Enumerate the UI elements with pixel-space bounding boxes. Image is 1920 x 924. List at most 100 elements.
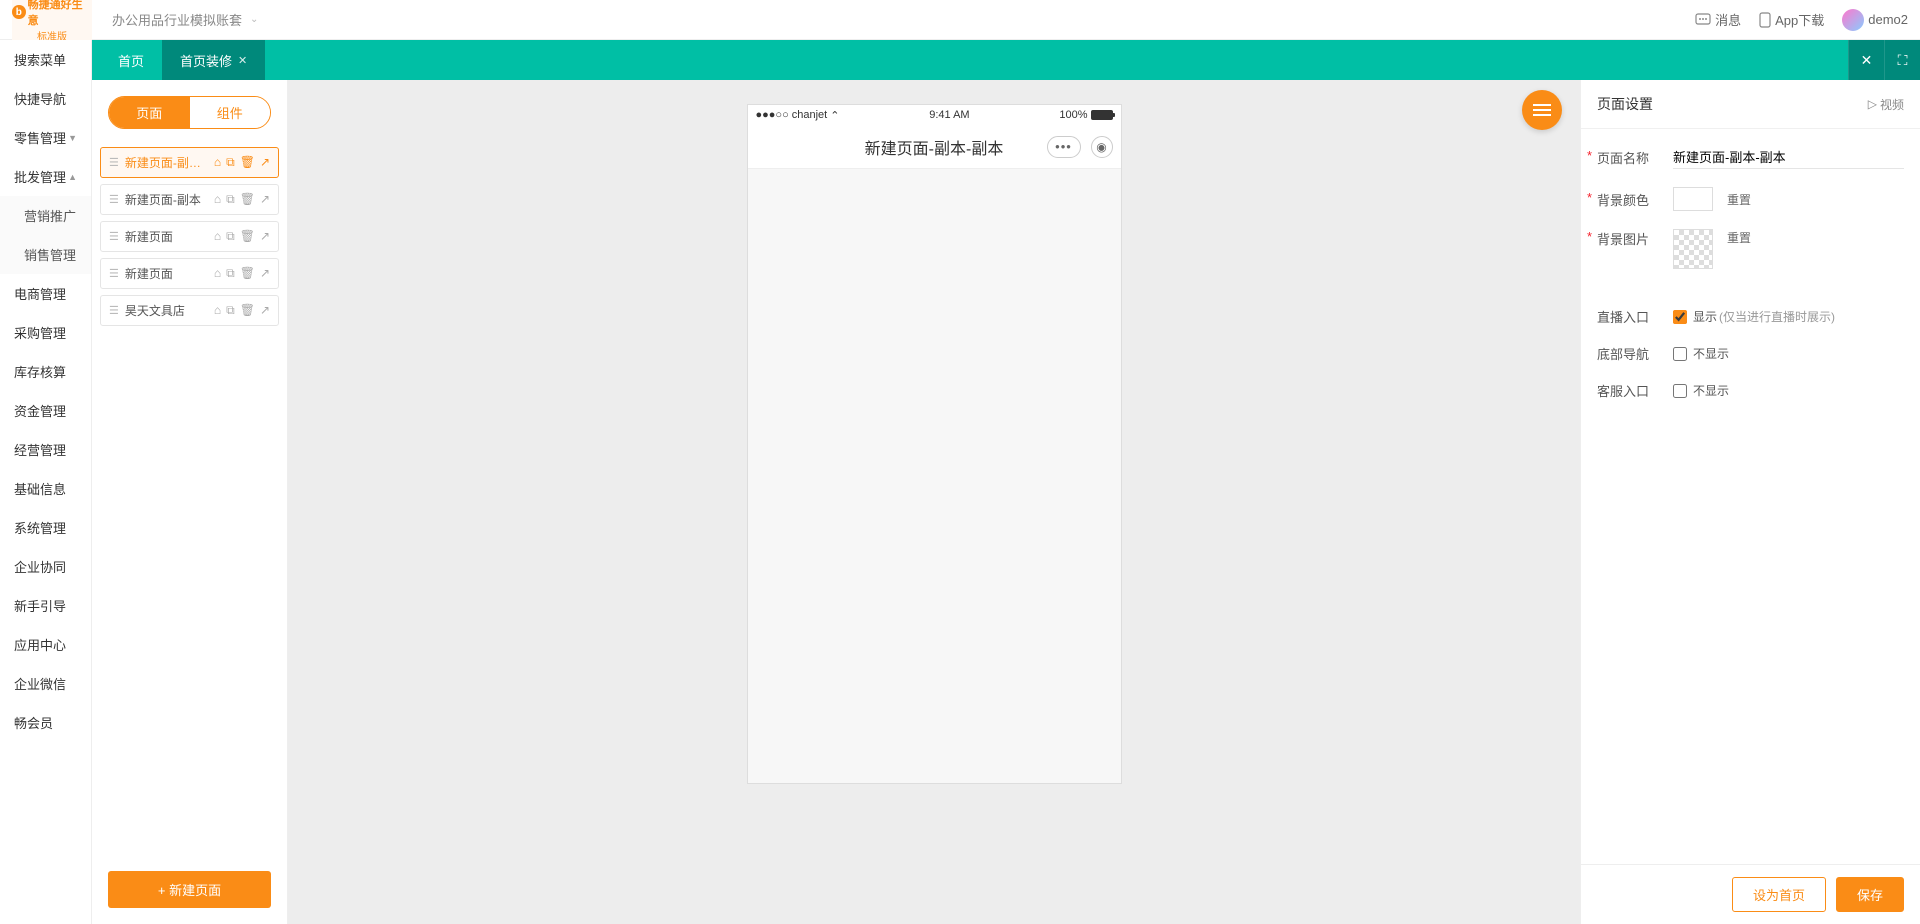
app-download-button[interactable]: App下载 [1759,10,1824,29]
share-icon[interactable]: ↗ [260,303,270,318]
bg-color-swatch[interactable] [1673,187,1713,211]
home-icon[interactable]: ⌂ [214,229,221,244]
sidebar-item-member[interactable]: 畅会员 [0,703,91,742]
account-name: 办公用品行业模拟账套 [112,10,242,29]
copy-icon[interactable]: ⧉ [226,266,235,281]
sidebar-item-purchase[interactable]: 采购管理 [0,313,91,352]
video-help-button[interactable]: ▷ 视频 [1868,96,1904,113]
save-button[interactable]: 保存 [1836,877,1904,912]
sidebar-item-inventory[interactable]: 库存核算 [0,352,91,391]
share-icon[interactable]: ↗ [260,229,270,244]
bg-color-label: 背景颜色 [1597,190,1673,209]
home-icon[interactable]: ⌂ [214,155,221,170]
settings-title: 页面设置 [1597,94,1653,114]
tab-decorate[interactable]: 首页装修✕ [162,40,265,80]
sidebar-item-search[interactable]: 搜索菜单 [0,40,91,79]
drag-icon[interactable]: ☰ [109,156,119,169]
sidebar-item-basic[interactable]: 基础信息 [0,469,91,508]
battery-percent: 100% [1059,109,1087,121]
delete-icon[interactable]: 🗑 [240,192,255,207]
sidebar-item-operation[interactable]: 经营管理 [0,430,91,469]
share-icon[interactable]: ↗ [260,266,270,281]
home-icon[interactable]: ⌂ [214,303,221,318]
sidebar-item-finance[interactable]: 资金管理 [0,391,91,430]
phone-icon [1759,12,1771,28]
tabbar-fullscreen-button[interactable]: ⛶ [1884,40,1920,80]
drag-icon[interactable]: ☰ [109,230,119,243]
delete-icon[interactable]: 🗑 [240,266,255,281]
sidebar: 搜索菜单 快捷导航 零售管理▼ 批发管理▲ 营销推广 销售管理 电商管理 采购管… [0,40,92,924]
sidebar-item-enterprise[interactable]: 企业协同 [0,547,91,586]
user-menu[interactable]: demo2 [1842,9,1908,31]
video-label: 视频 [1880,96,1904,113]
chevron-down-icon: ⌄ [250,14,258,25]
phone-title: 新建页面-副本-副本 [865,135,1004,159]
page-item[interactable]: ☰ 新建页面 ⌂ ⧉ 🗑 ↗ [100,221,279,252]
drag-icon[interactable]: ☰ [109,304,119,317]
bottom-nav-label: 底部导航 [1597,344,1673,363]
bg-image-reset[interactable]: 重置 [1727,229,1751,246]
delete-icon[interactable]: 🗑 [240,155,255,170]
copy-icon[interactable]: ⧉ [226,192,235,207]
nav-hide-checkbox[interactable]: 不显示 [1673,345,1729,362]
page-item[interactable]: ☰ 昊天文具店 ⌂ ⧉ 🗑 ↗ [100,295,279,326]
username: demo2 [1868,12,1908,27]
sidebar-item-quicknav[interactable]: 快捷导航 [0,79,91,118]
sidebar-item-guide[interactable]: 新手引导 [0,586,91,625]
phone-target-icon: ◉ [1091,136,1113,158]
sidebar-item-retail[interactable]: 零售管理▼ [0,118,91,157]
home-icon[interactable]: ⌂ [214,266,221,281]
page-name-input[interactable] [1673,145,1904,169]
phone-more-icon: ••• [1047,136,1081,158]
sidebar-item-system[interactable]: 系统管理 [0,508,91,547]
sidebar-item-wechat[interactable]: 企业微信 [0,664,91,703]
page-name-label: 页面名称 [1597,148,1673,167]
account-selector[interactable]: 办公用品行业模拟账套 ⌄ [112,10,258,29]
delete-icon[interactable]: 🗑 [240,229,255,244]
page-item[interactable]: ☰ 新建页面-副本 ⌂ ⧉ 🗑 ↗ [100,184,279,215]
copy-icon[interactable]: ⧉ [226,155,235,170]
canvas-menu-button[interactable] [1522,90,1562,130]
bg-image-picker[interactable] [1673,229,1713,269]
tabbar-close-button[interactable]: ✕ [1848,40,1884,80]
page-item-name: 新建页面-副本 [125,191,208,208]
phone-body[interactable] [748,169,1121,783]
drag-icon[interactable]: ☰ [109,267,119,280]
carrier-label: chanjet [792,109,827,121]
caret-up-icon: ▲ [68,172,77,182]
service-hide-checkbox[interactable]: 不显示 [1673,382,1729,399]
page-item[interactable]: ☰ 新建页面 ⌂ ⧉ 🗑 ↗ [100,258,279,289]
page-item-name: 新建页面-副本... [125,154,208,171]
drag-icon[interactable]: ☰ [109,193,119,206]
delete-icon[interactable]: 🗑 [240,303,255,318]
sidebar-sub-marketing[interactable]: 营销推广 [0,196,91,235]
avatar [1842,9,1864,31]
new-page-button[interactable]: + 新建页面 [108,871,271,908]
share-icon[interactable]: ↗ [260,192,270,207]
sidebar-sub-sales[interactable]: 销售管理 [0,235,91,274]
sidebar-item-ecommerce[interactable]: 电商管理 [0,274,91,313]
logo[interactable]: b畅捷通好生意 标准版 [12,0,92,40]
sidebar-item-wholesale[interactable]: 批发管理▲ [0,157,91,196]
play-icon: ▷ [1868,97,1877,111]
live-show-checkbox[interactable]: 显示 [1673,308,1717,325]
close-icon[interactable]: ✕ [238,54,247,67]
page-item[interactable]: ☰ 新建页面-副本... ⌂ ⧉ 🗑 ↗ [100,147,279,178]
segment-component[interactable]: 组件 [190,97,271,128]
sidebar-item-appcenter[interactable]: 应用中心 [0,625,91,664]
caret-down-icon: ▼ [68,133,77,143]
home-icon[interactable]: ⌂ [214,192,221,207]
set-home-button[interactable]: 设为首页 [1732,877,1826,912]
right-panel: 页面设置 ▷ 视频 页面名称 背景颜色 [1580,80,1920,924]
canvas: ●●●○○ chanjet ⌃ 9:41 AM 100% 新建页面-副本 [288,80,1580,924]
copy-icon[interactable]: ⧉ [226,229,235,244]
messages-button[interactable]: 消息 [1695,10,1741,29]
phone-time: 9:41 AM [929,109,969,121]
bg-color-reset[interactable]: 重置 [1727,191,1751,208]
message-icon [1695,13,1711,27]
tab-home[interactable]: 首页 [100,40,162,80]
segment-page[interactable]: 页面 [109,97,190,128]
share-icon[interactable]: ↗ [260,155,270,170]
tabbar: 首页 首页装修✕ ✕ ⛶ [92,40,1920,80]
copy-icon[interactable]: ⧉ [226,303,235,318]
